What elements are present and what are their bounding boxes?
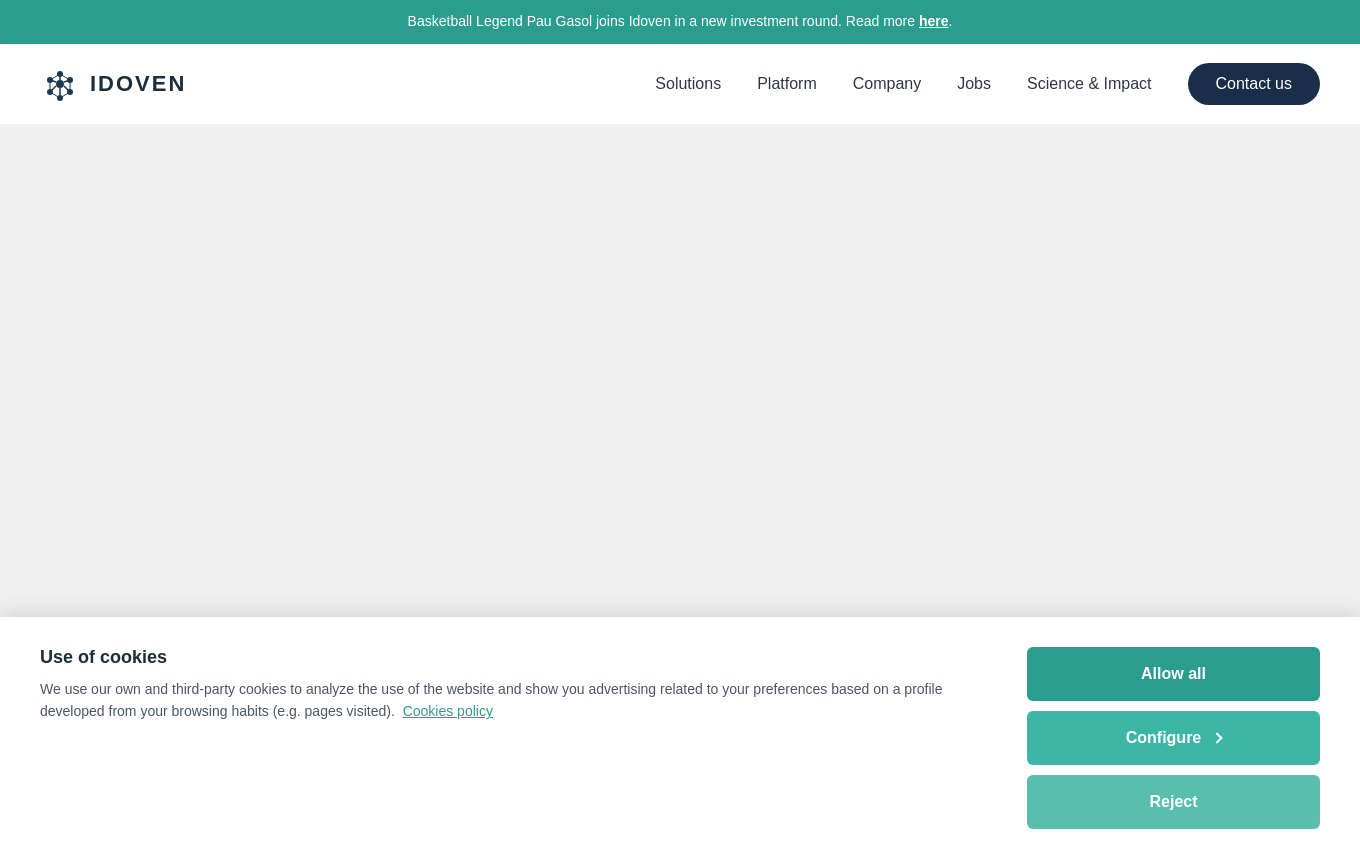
logo-icon: [40, 64, 80, 104]
nav-solutions[interactable]: Solutions: [655, 75, 721, 93]
cookie-text-section: Use of cookies We use our own and third-…: [40, 647, 987, 723]
svg-point-6: [56, 80, 64, 88]
announcement-period: .: [949, 13, 953, 29]
svg-line-16: [50, 92, 60, 98]
chevron-right-icon: [1212, 732, 1223, 743]
announcement-link[interactable]: here: [919, 13, 949, 29]
nav-science-impact[interactable]: Science & Impact: [1027, 75, 1152, 93]
svg-line-13: [60, 74, 70, 80]
cookies-policy-link[interactable]: Cookies policy: [403, 703, 493, 719]
cookie-description: We use our own and third-party cookies t…: [40, 678, 987, 723]
nav-platform[interactable]: Platform: [757, 75, 817, 93]
navbar: IDOVEN Solutions Platform Company Jobs S…: [0, 44, 1360, 124]
svg-line-18: [50, 74, 60, 80]
svg-line-15: [60, 92, 70, 98]
svg-line-9: [64, 86, 70, 92]
contact-button[interactable]: Contact us: [1188, 63, 1320, 105]
configure-button[interactable]: Configure: [1027, 711, 1320, 765]
logo[interactable]: IDOVEN: [40, 64, 186, 104]
nav-jobs[interactable]: Jobs: [957, 75, 991, 93]
nav-company[interactable]: Company: [853, 75, 921, 93]
svg-line-11: [50, 86, 56, 92]
logo-text: IDOVEN: [90, 71, 186, 97]
cookie-title: Use of cookies: [40, 647, 987, 668]
announcement-text: Basketball Legend Pau Gasol joins Idoven…: [408, 13, 919, 29]
configure-button-label: Configure: [1126, 729, 1202, 747]
reject-button[interactable]: Reject: [1027, 775, 1320, 829]
nav-links: Solutions Platform Company Jobs Science …: [655, 63, 1320, 105]
cookie-banner: Use of cookies We use our own and third-…: [0, 617, 1360, 859]
cookie-buttons: Allow all Configure Reject: [1027, 647, 1320, 829]
announcement-bar: Basketball Legend Pau Gasol joins Idoven…: [0, 0, 1360, 44]
allow-all-button[interactable]: Allow all: [1027, 647, 1320, 701]
